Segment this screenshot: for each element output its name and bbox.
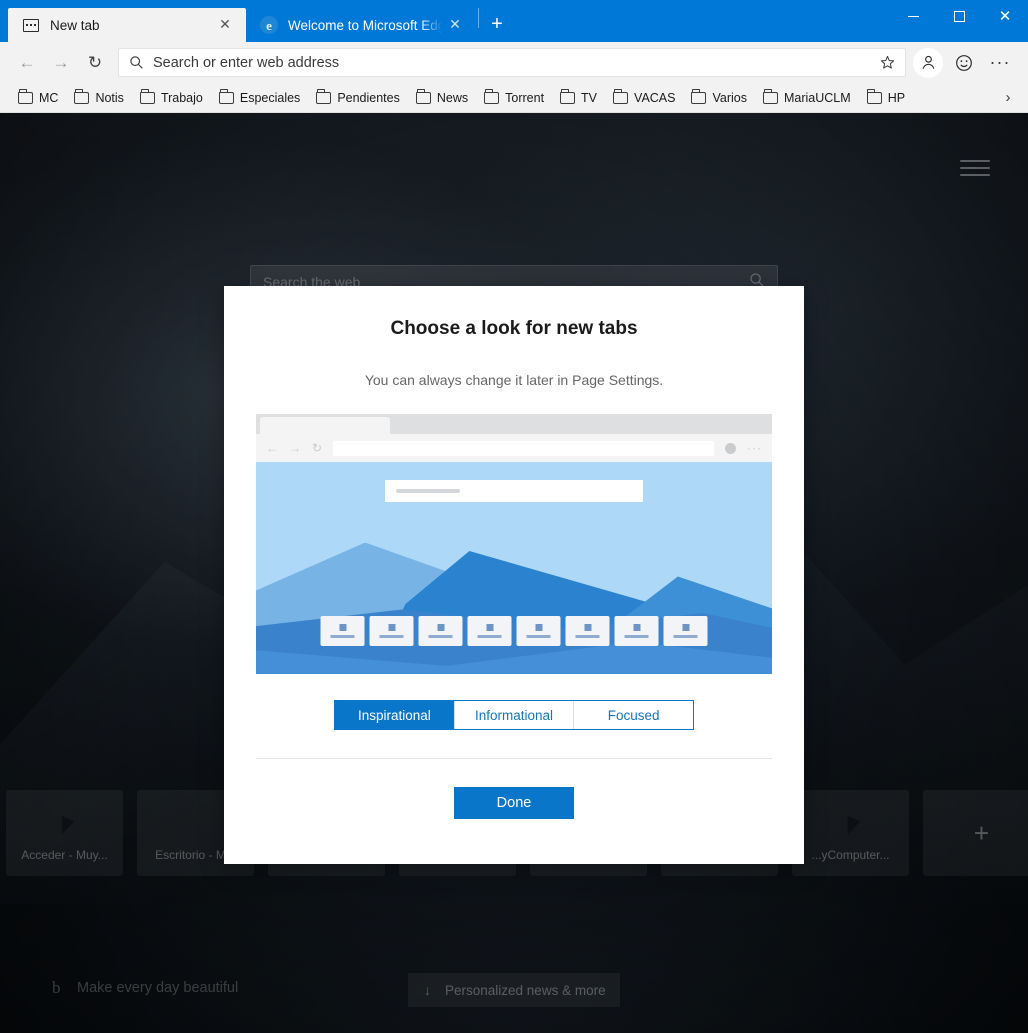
folder-icon: [763, 88, 778, 104]
preview-tab: [260, 417, 390, 434]
bookmark-label: MariaUCLM: [784, 90, 851, 105]
preview-tile: [418, 616, 463, 646]
new-tab-button[interactable]: +: [481, 8, 513, 40]
maximize-button[interactable]: [936, 0, 982, 32]
tab-strip: New tab ✕ e Welcome to Microsoft Edge Be…: [0, 0, 890, 42]
feedback-smiley-icon[interactable]: [946, 46, 982, 80]
browser-toolbar: ← → ↻ Search or enter web address ···: [0, 42, 1028, 83]
close-window-button[interactable]: ✕: [982, 0, 1028, 32]
folder-icon: [74, 88, 90, 104]
folder-icon: [18, 88, 33, 104]
folder-icon: [866, 88, 882, 104]
tab-title: Welcome to Microsoft Edge Beta: [288, 17, 444, 33]
bookmark-mariauclm[interactable]: MariaUCLM: [755, 86, 859, 110]
title-bar: New tab ✕ e Welcome to Microsoft Edge Be…: [0, 0, 1028, 42]
bookmark-pendientes[interactable]: Pendientes: [308, 86, 408, 110]
tab-new-tab[interactable]: New tab ✕: [8, 8, 246, 42]
address-input[interactable]: Search or enter web address: [153, 55, 869, 71]
layout-preview-image: ← → ↻ ···: [256, 414, 772, 674]
bookmark-hp[interactable]: HP: [859, 86, 913, 110]
preview-tile: [565, 616, 610, 646]
preview-canvas: [256, 462, 772, 674]
preview-more-icon: ···: [747, 441, 762, 455]
address-bar[interactable]: Search or enter web address: [118, 48, 906, 77]
close-icon[interactable]: ✕: [214, 14, 236, 36]
bookmark-label: Especiales: [239, 90, 301, 105]
choose-look-dialog: Choose a look for new tabs You can alway…: [224, 286, 804, 864]
forward-icon[interactable]: →: [44, 46, 78, 80]
preview-tile: [320, 616, 365, 646]
preview-tile: [663, 616, 708, 646]
bookmark-label: VACAS: [634, 90, 676, 105]
bookmark-label: MC: [39, 90, 59, 105]
preview-search-bar: [385, 480, 643, 502]
bookmark-label: News: [436, 90, 469, 105]
bookmark-label: HP: [887, 90, 906, 105]
preview-tile: [369, 616, 414, 646]
toolbar-actions: ···: [910, 46, 1018, 80]
reload-icon[interactable]: ↻: [78, 46, 112, 80]
preview-tabstrip: [256, 414, 772, 434]
newtab-icon: [22, 16, 40, 34]
more-options-icon[interactable]: ···: [982, 46, 1018, 80]
preview-reload-icon: ↻: [312, 441, 323, 455]
tab-informational[interactable]: Informational: [454, 701, 575, 729]
folder-icon: [218, 88, 234, 104]
back-icon[interactable]: ←: [10, 46, 44, 80]
tab-title: New tab: [50, 17, 100, 33]
search-icon: [119, 55, 153, 70]
preview-tile: [614, 616, 659, 646]
tab-inspirational[interactable]: Inspirational: [335, 701, 455, 729]
folder-icon: [560, 88, 576, 104]
dialog-subtitle: You can always change it later in Page S…: [364, 372, 664, 388]
preview-tile: [516, 616, 561, 646]
folder-icon: [484, 88, 500, 104]
folder-icon: [415, 88, 431, 104]
bookmark-tv[interactable]: TV: [552, 86, 605, 110]
bookmark-label: Trabajo: [160, 90, 203, 105]
bookmark-label: TV: [581, 90, 598, 105]
bookmark-label: Pendientes: [337, 90, 400, 105]
preview-profile-icon: [725, 442, 736, 454]
folder-icon: [316, 88, 332, 104]
bookmark-vacas[interactable]: VACAS: [605, 86, 683, 110]
bookmark-mc[interactable]: MC: [10, 86, 66, 110]
edge-logo-icon: e: [260, 16, 278, 34]
bookmark-notis[interactable]: Notis: [66, 86, 131, 110]
bookmark-label: Notis: [95, 90, 124, 105]
bookmarks-overflow-chevron-icon[interactable]: ›: [996, 86, 1020, 110]
preview-toolbar: ← → ↻ ···: [256, 434, 772, 462]
profile-icon[interactable]: [913, 47, 943, 78]
bookmark-varios[interactable]: Varios: [683, 86, 755, 110]
page-title: Choose a look for new tabs: [390, 318, 638, 339]
done-button[interactable]: Done: [454, 787, 574, 819]
divider: [256, 758, 772, 759]
bookmark-torrent[interactable]: Torrent: [476, 86, 552, 110]
preview-tile: [467, 616, 512, 646]
window-controls: ✕: [890, 0, 1028, 42]
tab-separator: [478, 7, 479, 28]
close-icon[interactable]: ✕: [444, 14, 466, 36]
preview-tiles: [320, 616, 708, 646]
preview-address-bar: [333, 440, 714, 456]
bookmark-trabajo[interactable]: Trabajo: [132, 86, 211, 110]
minimize-button[interactable]: [890, 0, 936, 32]
bookmarks-bar: MC Notis Trabajo Especiales Pendientes N…: [0, 83, 1028, 113]
bookmark-label: Varios: [712, 90, 747, 105]
tab-focused[interactable]: Focused: [574, 701, 694, 729]
tab-welcome-to-microsoft-edge[interactable]: e Welcome to Microsoft Edge Beta ✕: [246, 8, 476, 42]
preview-back-icon: ←: [266, 441, 278, 455]
favorite-star-icon[interactable]: [869, 55, 905, 70]
folder-icon: [139, 88, 155, 104]
folder-icon: [613, 88, 629, 104]
folder-icon: [691, 88, 707, 104]
bookmark-label: Torrent: [505, 90, 545, 105]
bookmark-news[interactable]: News: [408, 86, 476, 110]
preview-forward-icon: →: [289, 441, 301, 455]
look-option-group: Inspirational Informational Focused: [334, 700, 694, 730]
bookmark-especiales[interactable]: Especiales: [211, 86, 308, 110]
